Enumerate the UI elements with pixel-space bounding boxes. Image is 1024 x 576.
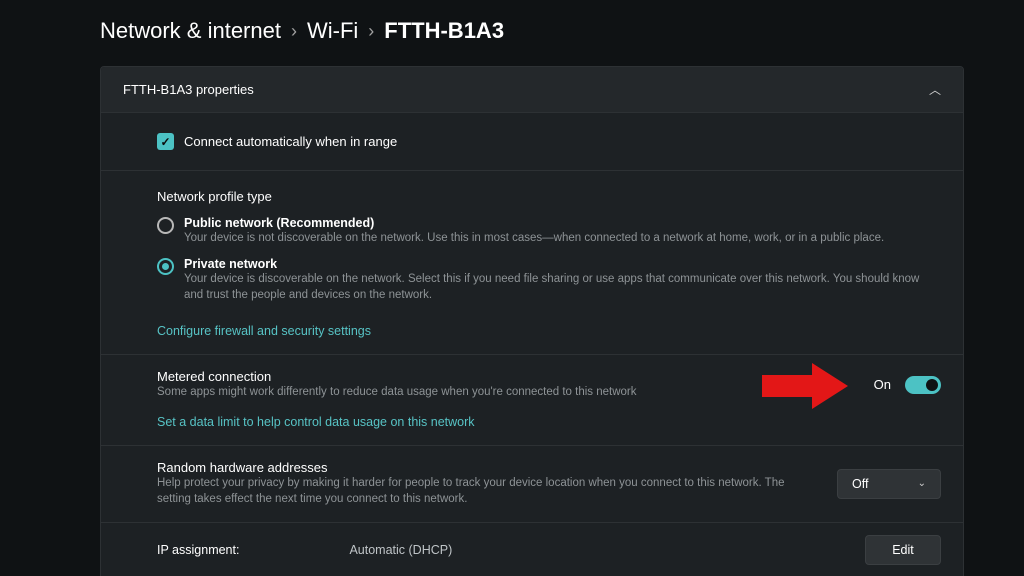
metered-desc: Some apps might work differently to redu…: [157, 384, 637, 401]
metered-toggle[interactable]: [905, 376, 941, 394]
breadcrumb: Network & internet › Wi-Fi › FTTH-B1A3: [100, 18, 964, 44]
ip-value: Automatic (DHCP): [349, 543, 452, 557]
chevron-up-icon: ︿: [929, 81, 941, 98]
metered-title: Metered connection: [157, 369, 637, 384]
properties-panel: FTTH-B1A3 properties ︿ ✓ Connect automat…: [100, 66, 964, 576]
random-hw-dropdown[interactable]: Off ⌄: [837, 469, 941, 499]
ip-label: IP assignment:: [157, 543, 239, 557]
annotation-arrow-icon: [762, 363, 848, 409]
radio-private-network[interactable]: Private network Your device is discovera…: [157, 257, 941, 304]
random-hw-value: Off: [852, 477, 868, 491]
breadcrumb-mid[interactable]: Wi-Fi: [307, 18, 358, 44]
public-title: Public network (Recommended): [184, 216, 884, 230]
breadcrumb-leaf: FTTH-B1A3: [384, 18, 504, 44]
random-hw-desc: Help protect your privacy by making it h…: [157, 475, 797, 508]
data-limit-link[interactable]: Set a data limit to help control data us…: [157, 415, 475, 429]
radio-icon: [157, 258, 174, 275]
metered-state-label: On: [874, 377, 891, 392]
auto-connect-label: Connect automatically when in range: [184, 134, 397, 149]
chevron-right-icon: ›: [368, 21, 374, 42]
panel-title: FTTH-B1A3 properties: [123, 82, 254, 97]
firewall-settings-link[interactable]: Configure firewall and security settings: [157, 324, 371, 338]
private-desc: Your device is discoverable on the netwo…: [184, 271, 941, 304]
auto-connect-checkbox[interactable]: ✓: [157, 133, 174, 150]
breadcrumb-root[interactable]: Network & internet: [100, 18, 281, 44]
panel-header[interactable]: FTTH-B1A3 properties ︿: [101, 67, 963, 113]
private-title: Private network: [184, 257, 941, 271]
ip-edit-button[interactable]: Edit: [865, 535, 941, 565]
chevron-down-icon: ⌄: [918, 478, 926, 489]
random-hw-title: Random hardware addresses: [157, 460, 797, 475]
chevron-right-icon: ›: [291, 21, 297, 42]
radio-public-network[interactable]: Public network (Recommended) Your device…: [157, 216, 941, 247]
profile-heading: Network profile type: [157, 189, 941, 204]
radio-icon: [157, 217, 174, 234]
public-desc: Your device is not discoverable on the n…: [184, 230, 884, 247]
